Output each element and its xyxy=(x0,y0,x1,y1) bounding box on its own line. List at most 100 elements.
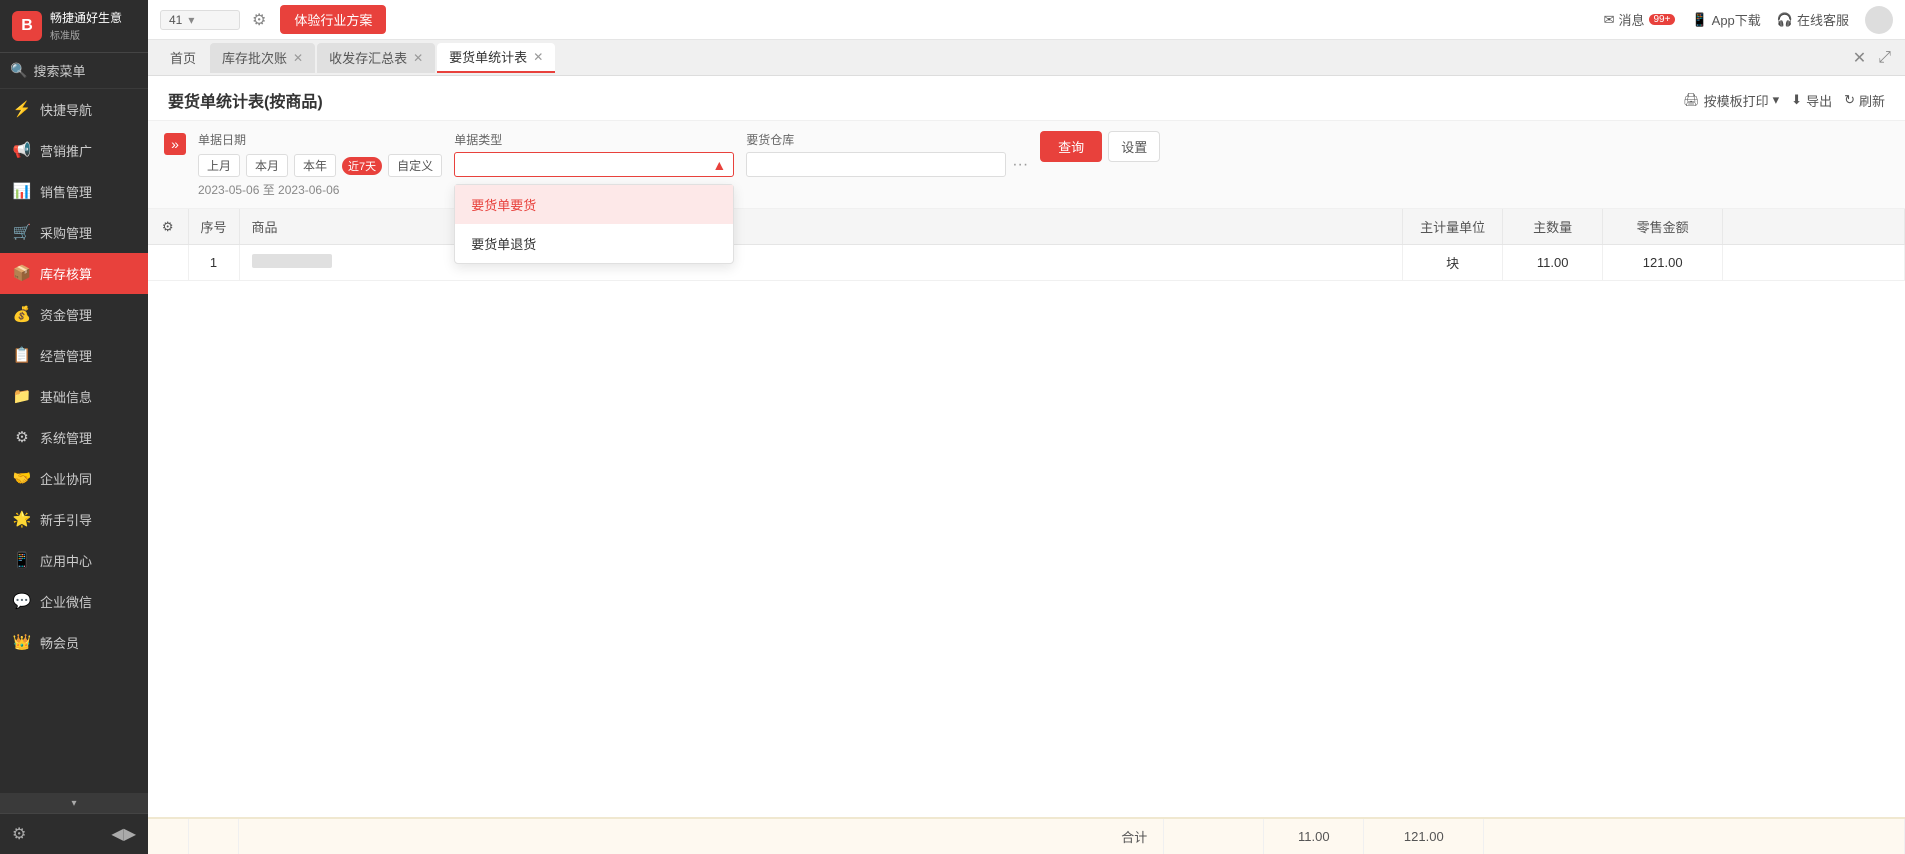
online-service-item[interactable]: 🎧 在线客服 xyxy=(1777,10,1849,29)
filter-date-label: 单据日期 xyxy=(198,131,442,148)
filter-type-group: 单据类型 ▲ 要货单要货 要货单退货 xyxy=(454,131,734,177)
sidebar-item-wechat[interactable]: 💬 企业微信 xyxy=(0,581,148,622)
table-col-unit: 主计量单位 xyxy=(1403,209,1503,245)
topbar-right: ✉ 消息 99+ 📱 App下载 🎧 在线客服 xyxy=(1604,6,1893,34)
date-this-year-button[interactable]: 本年 xyxy=(294,154,336,177)
row-num: 1 xyxy=(188,245,239,281)
refresh-button[interactable]: ↻ 刷新 xyxy=(1844,91,1885,110)
filter-type-input[interactable] xyxy=(454,152,734,177)
tab-home-label: 首页 xyxy=(170,48,196,67)
logo-icon: B xyxy=(12,11,42,41)
date-recent-badge[interactable]: 近7天 xyxy=(342,157,382,175)
filter-expand-button[interactable]: » xyxy=(164,133,186,155)
table-col-gear[interactable]: ⚙ xyxy=(148,209,188,245)
sidebar-item-guide[interactable]: 🌟 新手引导 xyxy=(0,499,148,540)
sidebar-item-purchase[interactable]: 🛒 采购管理 xyxy=(0,212,148,253)
refresh-label: 刷新 xyxy=(1859,91,1885,110)
footer-row: 合计 11.00 121.00 xyxy=(148,819,1905,854)
dropdown-item-requisition-order[interactable]: 要货单要货 xyxy=(455,185,733,224)
tab-inventory-batch-close[interactable]: ✕ xyxy=(293,51,303,65)
print-template-button[interactable]: 🖨 按模板打印 ▾ xyxy=(1683,91,1779,110)
sidebar-search[interactable]: 🔍 搜索菜单 xyxy=(0,53,148,89)
sidebar-item-sales[interactable]: 📊 销售管理 xyxy=(0,171,148,212)
message-item[interactable]: ✉ 消息 99+ xyxy=(1604,10,1676,29)
enterprise-icon: 🤝 xyxy=(12,469,32,487)
sidebar-scroll-down[interactable]: ▾ xyxy=(0,793,148,813)
search-icon: 🔍 xyxy=(10,62,27,79)
table-wrap: ⚙ 序号 商品 主计量单位 主数量 零售金额 1 xyxy=(148,209,1905,817)
store-selector[interactable]: 41 ▾ xyxy=(160,10,240,30)
app-download-item[interactable]: 📱 App下载 xyxy=(1691,10,1760,29)
sidebar-nav: ⚡ 快捷导航 📢 营销推广 📊 销售管理 🛒 采购管理 📦 库存核算 💰 资金管… xyxy=(0,89,148,793)
tab-inventory-batch[interactable]: 库存批次账 ✕ xyxy=(210,43,315,73)
filter-warehouse-input-wrap: ··· xyxy=(746,152,1028,177)
sidebar-item-member[interactable]: 👑 畅会员 xyxy=(0,622,148,663)
restore-tabs-button[interactable]: ⤢ xyxy=(1874,47,1895,69)
footer-num-cell xyxy=(188,819,238,854)
sidebar-bottom: ⚙ ◀▶ xyxy=(0,813,148,854)
filter-more-button[interactable]: ··· xyxy=(1012,156,1028,174)
sidebar-item-management[interactable]: 📋 经营管理 xyxy=(0,335,148,376)
app-logo: B 畅捷通好生意 标准版 xyxy=(0,0,148,53)
message-label: 消息 xyxy=(1618,10,1644,29)
sidebar-item-basic-info[interactable]: 📁 基础信息 xyxy=(0,376,148,417)
sidebar: B 畅捷通好生意 标准版 🔍 搜索菜单 ⚡ 快捷导航 📢 营销推广 📊 销售管理… xyxy=(0,0,148,854)
filter-type-input-wrap: ▲ 要货单要货 要货单退货 xyxy=(454,152,734,177)
sidebar-item-enterprise[interactable]: 🤝 企业协同 xyxy=(0,458,148,499)
table-col-num: 序号 xyxy=(188,209,239,245)
tab-requisition-stats[interactable]: 要货单统计表 ✕ xyxy=(437,43,555,73)
sidebar-item-app-center[interactable]: 📱 应用中心 xyxy=(0,540,148,581)
sidebar-item-marketing[interactable]: 📢 营销推广 xyxy=(0,130,148,171)
quick-nav-label: 快捷导航 xyxy=(40,100,92,119)
date-custom-button[interactable]: 自定义 xyxy=(388,154,442,177)
collapse-icon[interactable]: ◀▶ xyxy=(111,824,136,844)
filter-type-label: 单据类型 xyxy=(454,131,734,148)
page-header: 要货单统计表(按商品) 🖨 按模板打印 ▾ ⬇ 导出 ↻ 刷新 xyxy=(148,76,1905,121)
tab-home[interactable]: 首页 xyxy=(158,43,208,73)
page-title: 要货单统计表(按商品) xyxy=(168,88,323,112)
sidebar-item-inventory[interactable]: 📦 库存核算 xyxy=(0,253,148,294)
inventory-label: 库存核算 xyxy=(40,264,92,283)
tab-receipt-summary-label: 收发存汇总表 xyxy=(329,48,407,67)
sidebar-item-system[interactable]: ⚙ 系统管理 xyxy=(0,417,148,458)
topbar-gear-icon[interactable]: ⚙ xyxy=(252,10,266,30)
filter-warehouse-input[interactable] xyxy=(746,152,1006,177)
filter-setting-button[interactable]: 设置 xyxy=(1108,131,1160,162)
filter-type-arrow[interactable]: ▲ xyxy=(712,157,726,173)
print-icon: 🖨 xyxy=(1683,92,1700,108)
query-button[interactable]: 查询 xyxy=(1040,131,1102,162)
table-col-extra xyxy=(1723,209,1905,245)
app-name: 畅捷通好生意 xyxy=(50,10,122,27)
management-icon: 📋 xyxy=(12,346,32,364)
tab-receipt-summary-close[interactable]: ✕ xyxy=(413,51,423,65)
goods-placeholder xyxy=(252,254,332,268)
settings-icon[interactable]: ⚙ xyxy=(12,824,26,844)
member-icon: 👑 xyxy=(12,633,32,651)
export-button[interactable]: ⬇ 导出 xyxy=(1791,91,1832,110)
finance-icon: 💰 xyxy=(12,305,32,323)
date-this-month-button[interactable]: 本月 xyxy=(246,154,288,177)
print-label: 按模板打印 xyxy=(1704,91,1769,110)
user-avatar[interactable] xyxy=(1865,6,1893,34)
close-all-tabs-button[interactable]: ✕ xyxy=(1849,46,1870,70)
footer-amount-cell: 121.00 xyxy=(1364,819,1484,854)
tab-requisition-stats-close[interactable]: ✕ xyxy=(533,50,543,64)
topbar: 41 ▾ ⚙ 体验行业方案 ✉ 消息 99+ 📱 App下载 🎧 在线客服 xyxy=(148,0,1905,40)
trial-button[interactable]: 体验行业方案 xyxy=(280,5,386,34)
guide-label: 新手引导 xyxy=(40,510,92,529)
filter-actions: 查询 设置 xyxy=(1040,131,1160,164)
date-range-text: 2023-05-06 至 2023-06-06 xyxy=(198,181,442,198)
sidebar-item-quick-nav[interactable]: ⚡ 快捷导航 xyxy=(0,89,148,130)
dropdown-item-requisition-return[interactable]: 要货单退货 xyxy=(455,224,733,263)
filter-date-row: 上月 本月 本年 近7天 自定义 xyxy=(198,154,442,177)
sidebar-item-finance[interactable]: 💰 资金管理 xyxy=(0,294,148,335)
finance-label: 资金管理 xyxy=(40,305,92,324)
footer-qty-cell: 11.00 xyxy=(1264,819,1364,854)
store-name: 41 xyxy=(169,13,182,27)
topbar-left: 41 ▾ ⚙ 体验行业方案 xyxy=(160,5,386,34)
date-last-month-button[interactable]: 上月 xyxy=(198,154,240,177)
app-download-label: App下载 xyxy=(1712,10,1761,29)
print-dropdown-icon: ▾ xyxy=(1773,92,1780,108)
footer-gear-cell xyxy=(148,819,188,854)
tab-receipt-summary[interactable]: 收发存汇总表 ✕ xyxy=(317,43,435,73)
